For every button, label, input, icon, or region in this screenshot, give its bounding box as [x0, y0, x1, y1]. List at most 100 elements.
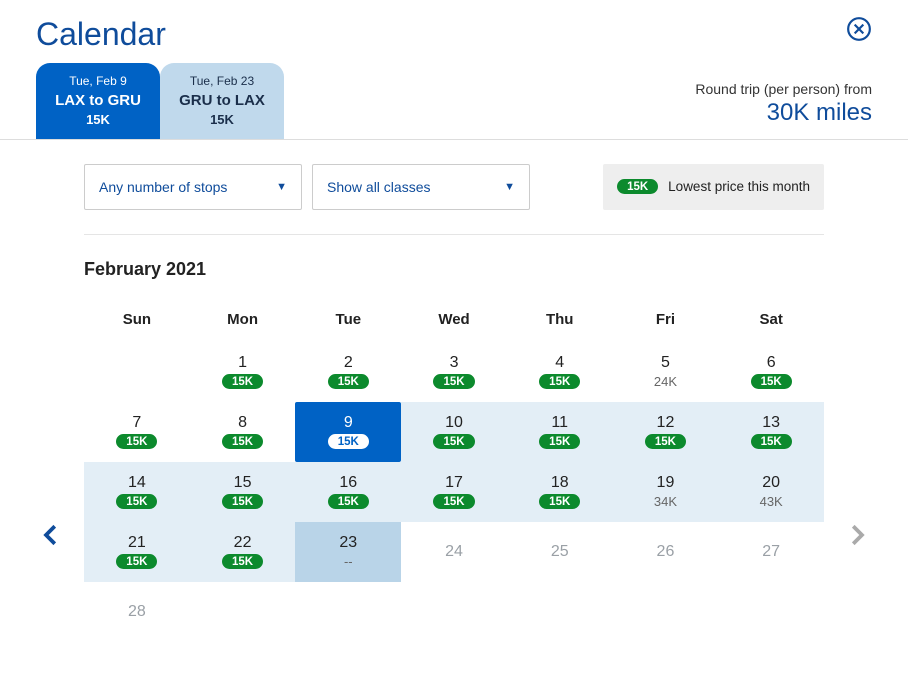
tab-miles: 15K	[44, 111, 152, 129]
day-price: 15K	[539, 434, 580, 449]
dropdown-label: Show all classes	[327, 179, 431, 195]
calendar-day[interactable]: 26	[613, 522, 719, 582]
calendar-row: 1415K1515K1615K1715K1815K1934K2043K	[84, 462, 824, 522]
calendar-day[interactable]: 1015K	[401, 402, 507, 462]
content: Any number of stops ▼ Show all classes ▼…	[0, 140, 908, 642]
trip-tabs: Tue, Feb 9 LAX to GRU 15K Tue, Feb 23 GR…	[36, 63, 284, 139]
filters: Any number of stops ▼ Show all classes ▼…	[84, 164, 824, 235]
day-number: 13	[762, 414, 780, 432]
tab-departure[interactable]: Tue, Feb 9 LAX to GRU 15K	[36, 63, 160, 139]
day-header: Wed	[401, 298, 507, 342]
day-price: 15K	[222, 434, 263, 449]
day-price: 43K	[760, 494, 783, 509]
day-price: 15K	[328, 374, 369, 389]
day-header: Mon	[190, 298, 296, 342]
day-number: 5	[661, 354, 670, 372]
calendar-day[interactable]: 1815K	[507, 462, 613, 522]
day-number: 25	[551, 543, 569, 561]
chevron-right-icon	[842, 520, 872, 550]
tab-miles: 15K	[168, 111, 276, 129]
calendar-day[interactable]: 1515K	[190, 462, 296, 522]
tab-return[interactable]: Tue, Feb 23 GRU to LAX 15K	[160, 63, 284, 139]
day-number: 23	[339, 534, 357, 552]
day-price: 15K	[645, 434, 686, 449]
day-number: 21	[128, 534, 146, 552]
calendar-day[interactable]: 615K	[718, 342, 824, 402]
chevron-down-icon: ▼	[276, 181, 287, 193]
day-price: 15K	[751, 434, 792, 449]
calendar-day[interactable]: 28	[84, 582, 190, 642]
calendar-day[interactable]: 1615K	[295, 462, 401, 522]
calendar-day[interactable]: 215K	[295, 342, 401, 402]
calendar-day[interactable]: 315K	[401, 342, 507, 402]
calendar-day[interactable]: 524K	[613, 342, 719, 402]
calendar-grid: SunMonTueWedThuFriSat 115K215K315K415K52…	[84, 298, 824, 642]
trip-summary: Round trip (per person) from 30K miles	[695, 81, 872, 139]
filter-group: Any number of stops ▼ Show all classes ▼	[84, 164, 530, 210]
calendar-day	[190, 582, 296, 642]
day-price: 15K	[222, 554, 263, 569]
lowest-price-label: Lowest price this month	[668, 179, 810, 194]
close-icon	[846, 16, 872, 42]
header: Calendar	[0, 0, 908, 63]
calendar-day[interactable]: 2115K	[84, 522, 190, 582]
calendar-day[interactable]: 24	[401, 522, 507, 582]
chevron-left-icon	[36, 520, 66, 550]
calendar-day[interactable]: 1934K	[613, 462, 719, 522]
calendar-header-row: SunMonTueWedThuFriSat	[84, 298, 824, 342]
calendar-day[interactable]: 25	[507, 522, 613, 582]
calendar-row: 28	[84, 582, 824, 642]
day-number: 1	[238, 354, 247, 372]
day-number: 9	[344, 414, 353, 432]
lowest-price-badge: 15K	[617, 179, 658, 194]
chevron-down-icon: ▼	[504, 181, 515, 193]
calendar-day[interactable]: 715K	[84, 402, 190, 462]
calendar-day[interactable]: 1415K	[84, 462, 190, 522]
day-price: 15K	[328, 494, 369, 509]
class-dropdown[interactable]: Show all classes ▼	[312, 164, 530, 210]
tab-route: LAX to GRU	[44, 90, 152, 111]
day-number: 22	[234, 534, 252, 552]
prev-month-button[interactable]	[36, 520, 66, 555]
day-number: 16	[339, 474, 357, 492]
tab-date: Tue, Feb 9	[44, 73, 152, 90]
tabs-bar: Tue, Feb 9 LAX to GRU 15K Tue, Feb 23 GR…	[0, 63, 908, 140]
calendar-day[interactable]: 2043K	[718, 462, 824, 522]
calendar-day[interactable]: 2215K	[190, 522, 296, 582]
day-price: 15K	[433, 374, 474, 389]
calendar-row: 115K215K315K415K524K615K	[84, 342, 824, 402]
calendar-day	[295, 582, 401, 642]
next-month-button[interactable]	[842, 520, 872, 555]
calendar-row: 715K815K915K1015K1115K1215K1315K	[84, 402, 824, 462]
day-price: 15K	[751, 374, 792, 389]
day-number: 26	[657, 543, 675, 561]
calendar-day[interactable]: 1215K	[613, 402, 719, 462]
calendar-row: 2115K2215K23--24252627	[84, 522, 824, 582]
day-number: 11	[551, 414, 568, 432]
day-number: 27	[762, 543, 780, 561]
trip-summary-miles: 30K miles	[695, 99, 872, 127]
day-number: 20	[762, 474, 780, 492]
day-number: 28	[128, 603, 146, 621]
day-number: 19	[657, 474, 675, 492]
calendar-day[interactable]: 1315K	[718, 402, 824, 462]
day-number: 3	[450, 354, 459, 372]
tab-date: Tue, Feb 23	[168, 73, 276, 90]
calendar-day[interactable]: 1715K	[401, 462, 507, 522]
day-number: 12	[657, 414, 675, 432]
stops-dropdown[interactable]: Any number of stops ▼	[84, 164, 302, 210]
calendar-day[interactable]: 27	[718, 522, 824, 582]
calendar-day[interactable]: 915K	[295, 402, 401, 462]
day-number: 17	[445, 474, 463, 492]
calendar-day[interactable]: 1115K	[507, 402, 613, 462]
day-price: 15K	[116, 434, 157, 449]
day-price: 15K	[539, 494, 580, 509]
calendar-day[interactable]: 115K	[190, 342, 296, 402]
calendar-day[interactable]: 415K	[507, 342, 613, 402]
day-price: 24K	[654, 374, 677, 389]
tab-route: GRU to LAX	[168, 90, 276, 111]
calendar-day[interactable]: 815K	[190, 402, 296, 462]
close-button[interactable]	[846, 16, 872, 47]
day-number: 6	[767, 354, 776, 372]
calendar-day[interactable]: 23--	[295, 522, 401, 582]
